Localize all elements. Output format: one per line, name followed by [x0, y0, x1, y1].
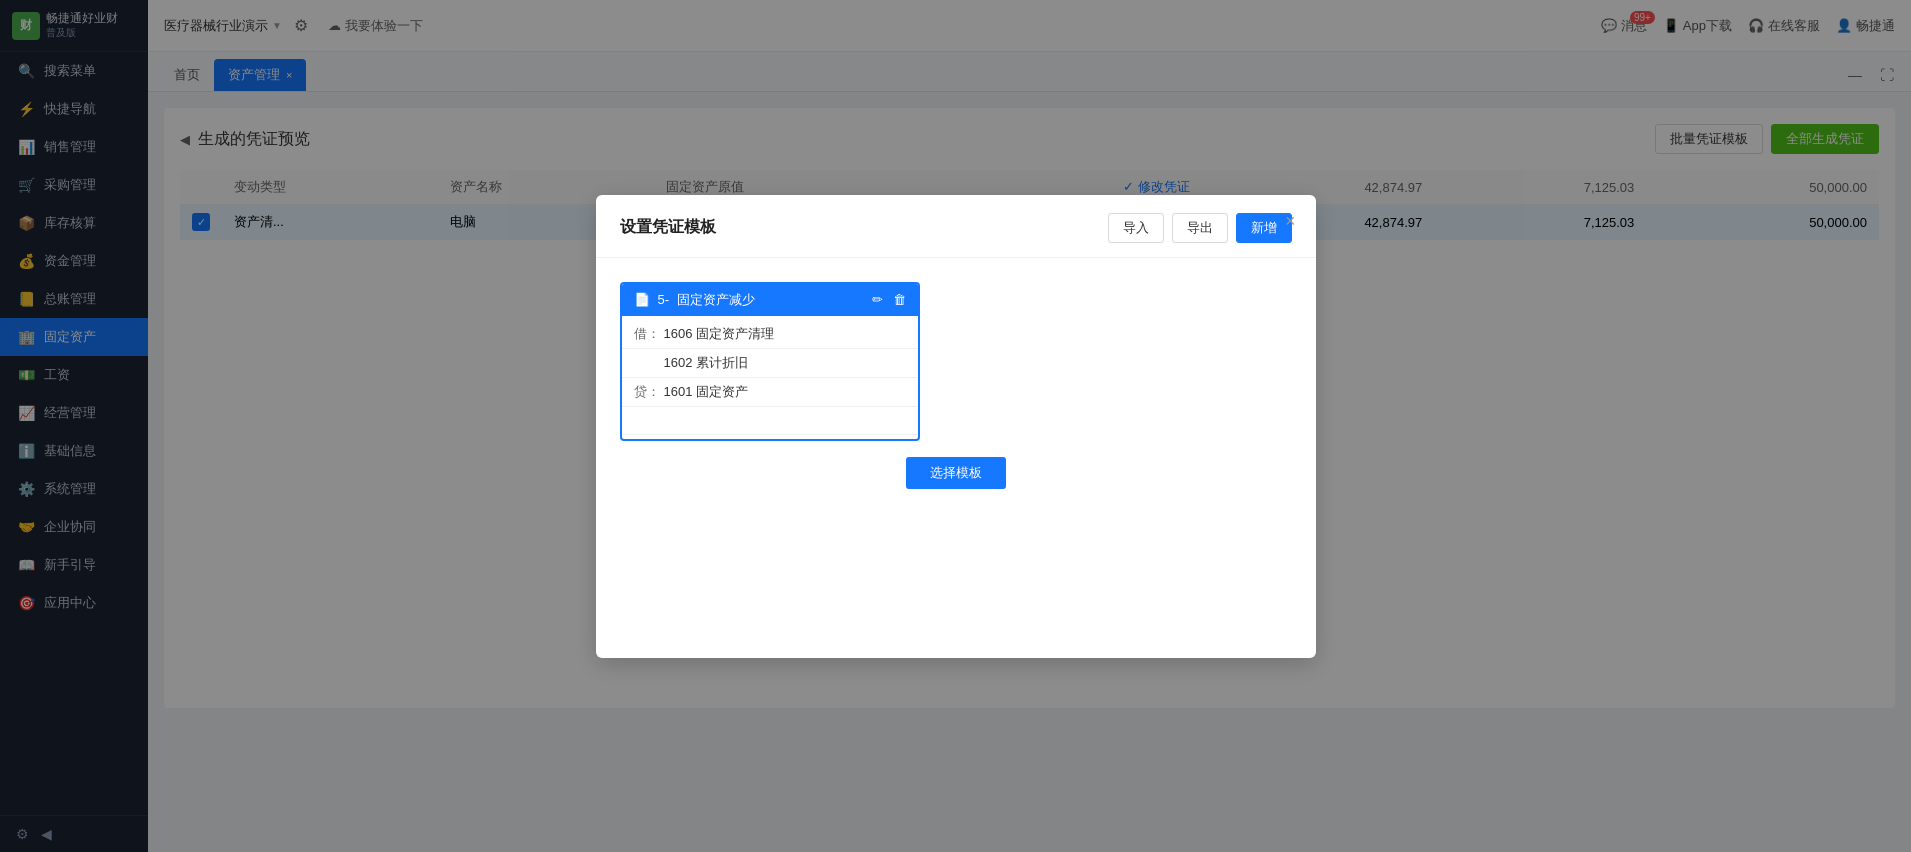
export-btn[interactable]: 导出: [1172, 213, 1228, 243]
modal-title: 设置凭证模板: [620, 217, 716, 238]
modal-close-btn[interactable]: ×: [1285, 211, 1296, 232]
template-delete-icon[interactable]: 🗑: [893, 292, 906, 307]
entry-type-1: 借：: [634, 325, 664, 343]
select-template-btn[interactable]: 选择模板: [906, 457, 1006, 489]
entry-account-3: 1601 固定资产: [664, 383, 806, 401]
main-area: 医疗器械行业演示 ▼ ⚙ ☁ 我要体验一下 💬 消息 99+ 📱 App下载 🎧…: [148, 0, 1911, 852]
entry-account-2: 1602 累计折旧: [664, 354, 806, 372]
template-id: 5-: [658, 292, 670, 307]
template-entry-2: 1602 累计折旧: [622, 349, 918, 378]
template-card-header: 📄 5- 固定资产减少 ✏ 🗑: [622, 284, 918, 316]
modal-header: 设置凭证模板 导入 导出 新增 ×: [596, 195, 1316, 258]
modal-dialog: 设置凭证模板 导入 导出 新增 × 📄 5- 固定资产减少: [596, 195, 1316, 658]
template-name: 固定资产减少: [677, 291, 755, 309]
template-header-actions: ✏ 🗑: [872, 292, 906, 307]
content-area: ◀ 生成的凭证预览 批量凭证模板 全部生成凭证 变动类型 资产名称 固定资产原值…: [148, 92, 1911, 852]
template-edit-icon[interactable]: ✏: [872, 292, 883, 307]
template-empty-row: [622, 407, 918, 435]
import-btn[interactable]: 导入: [1108, 213, 1164, 243]
template-doc-icon: 📄: [634, 292, 650, 307]
entry-type-3: 贷：: [634, 383, 664, 401]
modal-body: 📄 5- 固定资产减少 ✏ 🗑 借： 1606 固定资产清理: [596, 258, 1316, 658]
entry-account-1: 1606 固定资产清理: [664, 325, 806, 343]
template-entry-1: 借： 1606 固定资产清理: [622, 320, 918, 349]
template-card: 📄 5- 固定资产减少 ✏ 🗑 借： 1606 固定资产清理: [620, 282, 920, 441]
template-body: 借： 1606 固定资产清理 1602 累计折旧: [622, 316, 918, 439]
template-entry-3: 贷： 1601 固定资产: [622, 378, 918, 407]
modal-overlay: 设置凭证模板 导入 导出 新增 × 📄 5- 固定资产减少: [148, 92, 1911, 852]
modal-header-actions: 导入 导出 新增: [1108, 213, 1292, 243]
new-template-btn[interactable]: 新增: [1236, 213, 1292, 243]
